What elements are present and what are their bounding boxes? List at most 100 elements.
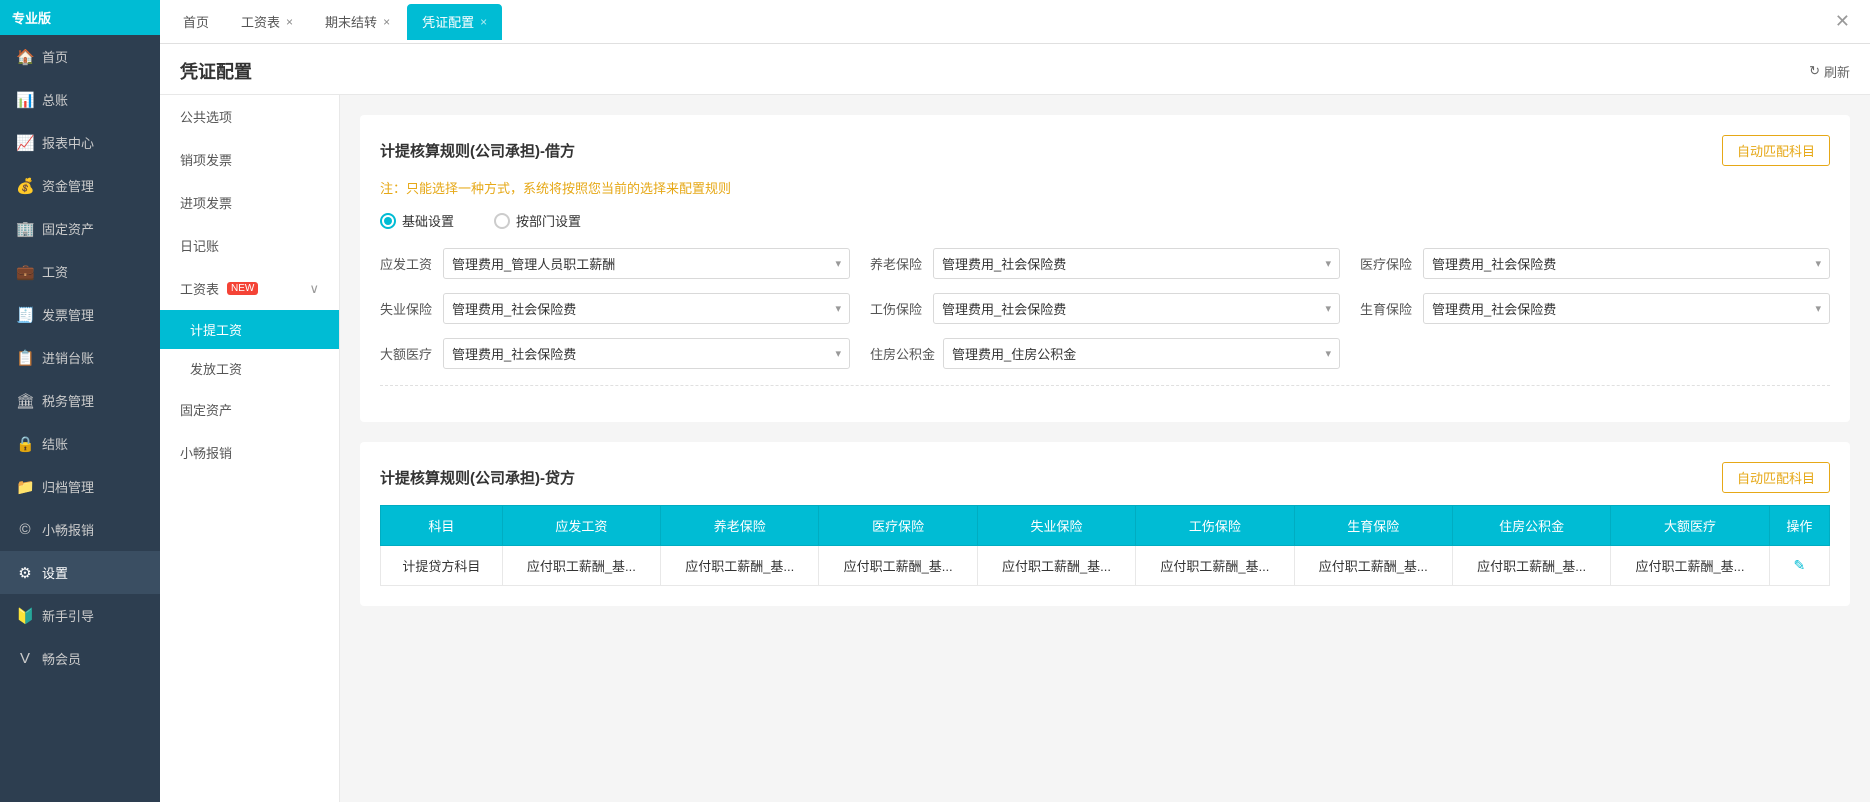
credit-section-title: 计提核算规则(公司承担)-贷方 xyxy=(380,467,575,488)
expand-icon: ∨ xyxy=(309,281,319,297)
field-maternity: 生育保险 管理费用_社会保险费 ▾ xyxy=(1360,293,1830,324)
archive-icon: 📁 xyxy=(16,478,34,496)
radio-group: 基础设置 按部门设置 xyxy=(380,211,1830,230)
select-pension[interactable]: 管理费用_社会保险费 ▾ xyxy=(933,248,1340,279)
select-medical[interactable]: 管理费用_社会保险费 ▾ xyxy=(1423,248,1830,279)
content-area: 公共选项 销项发票 进项发票 日记账 工资表 NEW ∨ 计提工资 xyxy=(160,95,1870,802)
table-row: 计提贷方科目 应付职工薪酬_基... 应付职工薪酬_基... 应付职工薪酬_基.… xyxy=(381,546,1830,586)
select-injury[interactable]: 管理费用_社会保险费 ▾ xyxy=(933,293,1340,324)
select-maternity[interactable]: 管理费用_社会保险费 ▾ xyxy=(1423,293,1830,324)
sidebar-item-archive[interactable]: 📁 归档管理 xyxy=(0,465,160,508)
td-pension-credit: 应付职工薪酬_基... xyxy=(661,546,819,586)
radio-basic[interactable]: 基础设置 xyxy=(380,211,454,230)
sidebar-header: 专业版 xyxy=(0,0,160,35)
chevron-down-icon-8: ▾ xyxy=(1325,347,1331,360)
credit-auto-match-button[interactable]: 自动匹配科目 xyxy=(1722,462,1830,493)
left-nav-fixed-assets[interactable]: 固定资产 xyxy=(160,388,339,431)
select-large-medical[interactable]: 管理费用_社会保险费 ▾ xyxy=(443,338,850,369)
th-medical: 医疗保险 xyxy=(819,506,977,546)
sidebar-item-fixed-assets[interactable]: 🏢 固定资产 xyxy=(0,207,160,250)
tab-voucher-config[interactable]: 凭证配置 × xyxy=(407,4,502,40)
chevron-down-icon-5: ▾ xyxy=(1325,302,1331,315)
td-unemployment-credit: 应付职工薪酬_基... xyxy=(977,546,1135,586)
sidebar-item-ledger[interactable]: 📊 总账 xyxy=(0,78,160,121)
left-nav-input-invoice[interactable]: 进项发票 xyxy=(160,181,339,224)
th-subject: 科目 xyxy=(381,506,503,546)
sidebar-item-salary[interactable]: 💼 工资 xyxy=(0,250,160,293)
debit-notice: 注：只能选择一种方式，系统将按照您当前的选择来配置规则 xyxy=(380,178,1830,197)
tax-mgmt-icon: 🏛 xyxy=(16,392,34,410)
chevron-down-icon-2: ▾ xyxy=(1325,257,1331,270)
field-unemployment: 失业保险 管理费用_社会保险费 ▾ xyxy=(380,293,850,324)
left-nav-public[interactable]: 公共选项 xyxy=(160,95,339,138)
radio-dept-circle xyxy=(494,213,510,229)
left-nav-xiaochang[interactable]: 小畅报销 xyxy=(160,431,339,474)
sidebar-item-reports[interactable]: 📈 报表中心 xyxy=(0,121,160,164)
sales-ledger-icon: 📋 xyxy=(16,349,34,367)
debit-form-row-1: 应发工资 管理费用_管理人员职工薪酬 ▾ 养老保险 管理费用_社会保险费 ▾ xyxy=(380,248,1830,279)
sidebar-item-capital[interactable]: 💰 资金管理 xyxy=(0,164,160,207)
th-unemployment: 失业保险 xyxy=(977,506,1135,546)
sidebar-item-guide[interactable]: 🔰 新手引导 xyxy=(0,594,160,637)
th-housing-fund: 住房公积金 xyxy=(1452,506,1610,546)
right-content: 计提核算规则(公司承担)-借方 自动匹配科目 注：只能选择一种方式，系统将按照您… xyxy=(340,95,1870,802)
field-pension: 养老保险 管理费用_社会保险费 ▾ xyxy=(870,248,1340,279)
credit-table-header-row: 科目 应发工资 养老保险 医疗保险 失业保险 工伤保险 生育保险 住房公积金 大… xyxy=(381,506,1830,546)
sidebar-item-sales-ledger[interactable]: 📋 进销台账 xyxy=(0,336,160,379)
select-housing-fund[interactable]: 管理费用_住房公积金 ▾ xyxy=(943,338,1340,369)
ledger-icon: 📊 xyxy=(16,91,34,109)
tab-period-close-close[interactable]: × xyxy=(383,15,390,29)
xiaochang-report-icon: © xyxy=(16,521,34,538)
sidebar-item-home[interactable]: 🏠 首页 xyxy=(0,35,160,78)
sidebar-item-closing[interactable]: 🔒 结账 xyxy=(0,422,160,465)
credit-table: 科目 应发工资 养老保险 医疗保险 失业保险 工伤保险 生育保险 住房公积金 大… xyxy=(380,505,1830,586)
field-medical: 医疗保险 管理费用_社会保险费 ▾ xyxy=(1360,248,1830,279)
close-all-btn[interactable]: ✕ xyxy=(1823,11,1862,32)
page-title: 凭证配置 xyxy=(180,58,252,84)
chevron-down-icon: ▾ xyxy=(835,257,841,270)
select-unemployment[interactable]: 管理费用_社会保险费 ▾ xyxy=(443,293,850,324)
left-nav-journal[interactable]: 日记账 xyxy=(160,224,339,267)
left-nav-pay-salary-sub[interactable]: 发放工资 xyxy=(160,349,339,388)
refresh-button[interactable]: ↻ 刷新 xyxy=(1809,62,1850,81)
tab-bar: 首页 工资表 × 期末结转 × 凭证配置 × ✕ xyxy=(160,0,1870,44)
edit-icon[interactable]: ✎ xyxy=(1793,557,1805,573)
closing-icon: 🔒 xyxy=(16,435,34,453)
tab-home[interactable]: 首页 xyxy=(168,4,224,40)
debit-section-header: 计提核算规则(公司承担)-借方 自动匹配科目 xyxy=(380,135,1830,166)
left-nav-salary-sub[interactable]: 计提工资 xyxy=(160,310,339,349)
sidebar-item-xiaochang-report[interactable]: © 小畅报销 xyxy=(0,508,160,551)
field-yingfa-wages: 应发工资 管理费用_管理人员职工薪酬 ▾ xyxy=(380,248,850,279)
td-action[interactable]: ✎ xyxy=(1769,546,1829,586)
credit-section-header: 计提核算规则(公司承担)-贷方 自动匹配科目 xyxy=(380,462,1830,493)
sidebar: 专业版 🏠 首页 📊 总账 📈 报表中心 💰 资金管理 🏢 固定资产 💼 工资 … xyxy=(0,0,160,802)
radio-dept[interactable]: 按部门设置 xyxy=(494,211,581,230)
left-nav-salary-table[interactable]: 工资表 NEW ∨ xyxy=(160,267,339,310)
debit-form-rows: 应发工资 管理费用_管理人员职工薪酬 ▾ 养老保险 管理费用_社会保险费 ▾ xyxy=(380,248,1830,369)
td-housing-fund-credit: 应付职工薪酬_基... xyxy=(1452,546,1610,586)
sidebar-item-member[interactable]: V 畅会员 xyxy=(0,637,160,680)
tab-salary-table[interactable]: 工资表 × xyxy=(226,4,308,40)
tab-salary-table-close[interactable]: × xyxy=(286,15,293,29)
debit-form-row-2: 失业保险 管理费用_社会保险费 ▾ 工伤保险 管理费用_社会保险费 ▾ xyxy=(380,293,1830,324)
td-yingfa: 应付职工薪酬_基... xyxy=(502,546,660,586)
left-nav-cancel-invoice[interactable]: 销项发票 xyxy=(160,138,339,181)
refresh-icon: ↻ xyxy=(1809,63,1820,79)
tab-period-close[interactable]: 期末结转 × xyxy=(310,4,405,40)
th-injury: 工伤保险 xyxy=(1136,506,1294,546)
tab-voucher-config-close[interactable]: × xyxy=(480,15,487,29)
credit-section: 计提核算规则(公司承担)-贷方 自动匹配科目 科目 应发工资 养老保险 医疗保险… xyxy=(360,442,1850,606)
field-injury: 工伤保险 管理费用_社会保险费 ▾ xyxy=(870,293,1340,324)
th-yingfa-wages: 应发工资 xyxy=(502,506,660,546)
td-injury-credit: 应付职工薪酬_基... xyxy=(1136,546,1294,586)
sidebar-item-settings[interactable]: ⚙ 设置 xyxy=(0,551,160,594)
debit-section-title: 计提核算规则(公司承担)-借方 xyxy=(380,140,575,161)
sidebar-item-tax-mgmt[interactable]: 🏛 税务管理 xyxy=(0,379,160,422)
sidebar-item-invoice-mgmt[interactable]: 🧾 发票管理 xyxy=(0,293,160,336)
debit-auto-match-button[interactable]: 自动匹配科目 xyxy=(1722,135,1830,166)
settings-icon: ⚙ xyxy=(16,564,34,582)
debit-section: 计提核算规则(公司承担)-借方 自动匹配科目 注：只能选择一种方式，系统将按照您… xyxy=(360,115,1850,422)
td-maternity-credit: 应付职工薪酬_基... xyxy=(1294,546,1452,586)
select-yingfa-wages[interactable]: 管理费用_管理人员职工薪酬 ▾ xyxy=(443,248,850,279)
main-area: 首页 工资表 × 期末结转 × 凭证配置 × ✕ 凭证配置 ↻ 刷新 公共选项 xyxy=(160,0,1870,802)
